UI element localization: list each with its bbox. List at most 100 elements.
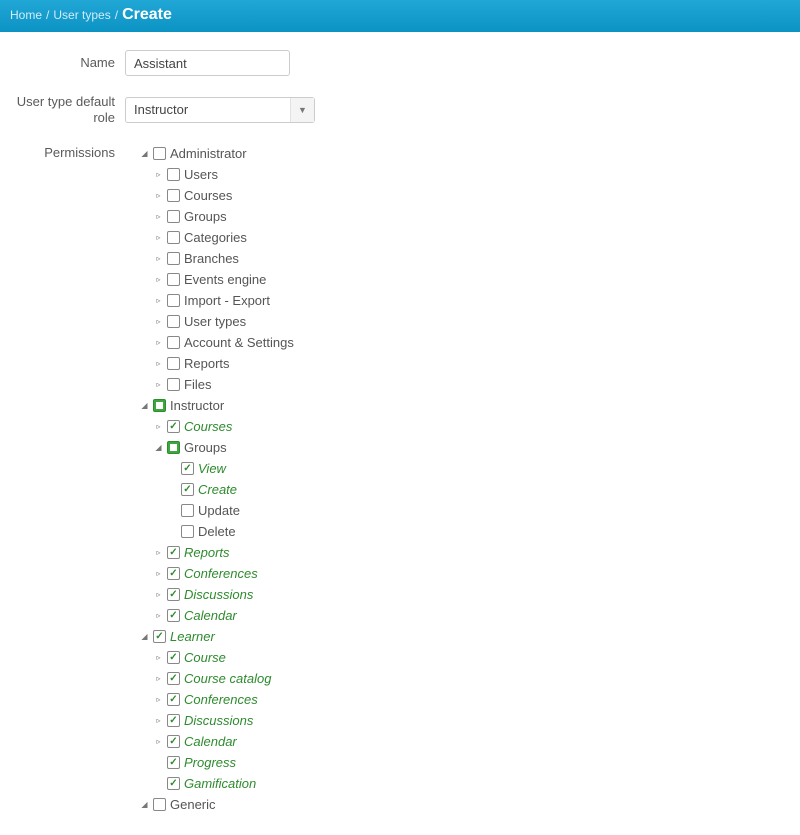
tree-toggle[interactable]: ▹ bbox=[154, 191, 163, 200]
permission-checkbox[interactable] bbox=[153, 630, 166, 643]
permission-checkbox[interactable] bbox=[153, 147, 166, 160]
tree-toggle[interactable]: ▹ bbox=[154, 254, 163, 263]
node-instr-courses[interactable]: Courses bbox=[184, 416, 232, 437]
node-groups-update[interactable]: Update bbox=[198, 500, 240, 521]
tree-toggle[interactable]: ▹ bbox=[154, 380, 163, 389]
permission-checkbox[interactable] bbox=[167, 315, 180, 328]
permission-checkbox[interactable] bbox=[167, 210, 180, 223]
node-learner-course[interactable]: Course bbox=[184, 647, 226, 668]
tree-toggle[interactable]: ◢ bbox=[154, 443, 163, 452]
permission-checkbox[interactable] bbox=[167, 609, 180, 622]
breadcrumb-usertypes[interactable]: User types bbox=[53, 8, 110, 22]
permission-checkbox[interactable] bbox=[167, 672, 180, 685]
tree-toggle[interactable]: ▹ bbox=[154, 338, 163, 347]
tree-toggle[interactable]: ◢ bbox=[140, 149, 149, 158]
tree-toggle[interactable]: ▹ bbox=[154, 422, 163, 431]
node-groups-view[interactable]: View bbox=[198, 458, 226, 479]
tree-toggle[interactable]: ▹ bbox=[154, 296, 163, 305]
tree-toggle[interactable]: ▹ bbox=[154, 233, 163, 242]
tree-toggle[interactable]: ▹ bbox=[154, 359, 163, 368]
permission-checkbox[interactable] bbox=[181, 525, 194, 538]
tree-toggle[interactable]: ▹ bbox=[154, 170, 163, 179]
permission-checkbox[interactable] bbox=[167, 378, 180, 391]
node-learner-catalog[interactable]: Course catalog bbox=[184, 668, 271, 689]
permission-checkbox[interactable] bbox=[167, 252, 180, 265]
permission-checkbox[interactable] bbox=[167, 588, 180, 601]
tree-toggle: • bbox=[168, 485, 177, 494]
permission-checkbox[interactable] bbox=[167, 189, 180, 202]
permission-checkbox[interactable] bbox=[167, 336, 180, 349]
node-admin-files[interactable]: Files bbox=[184, 374, 211, 395]
node-learner-discussions[interactable]: Discussions bbox=[184, 710, 253, 731]
tree-toggle[interactable]: ▹ bbox=[154, 275, 163, 284]
tree-toggle[interactable]: ▹ bbox=[154, 611, 163, 620]
permission-checkbox[interactable] bbox=[167, 273, 180, 286]
permission-checkbox[interactable] bbox=[167, 420, 180, 433]
node-instr-groups[interactable]: Groups bbox=[184, 437, 227, 458]
tree-toggle[interactable]: ▹ bbox=[154, 653, 163, 662]
node-instr-conferences[interactable]: Conferences bbox=[184, 563, 258, 584]
tree-toggle[interactable]: ◢ bbox=[140, 800, 149, 809]
tree-toggle[interactable]: ▹ bbox=[154, 737, 163, 746]
permission-checkbox[interactable] bbox=[167, 294, 180, 307]
permission-checkbox[interactable] bbox=[167, 231, 180, 244]
breadcrumb-home[interactable]: Home bbox=[10, 8, 42, 22]
name-input[interactable] bbox=[125, 50, 290, 76]
permission-checkbox[interactable] bbox=[167, 693, 180, 706]
permission-checkbox-partial[interactable] bbox=[153, 399, 166, 412]
node-instr-calendar[interactable]: Calendar bbox=[184, 605, 237, 626]
chevron-down-icon[interactable]: ▼ bbox=[290, 98, 314, 122]
permission-checkbox[interactable] bbox=[181, 504, 194, 517]
node-admin-account[interactable]: Account & Settings bbox=[184, 332, 294, 353]
permission-checkbox[interactable] bbox=[167, 567, 180, 580]
breadcrumb-sep: / bbox=[115, 8, 118, 22]
permission-checkbox[interactable] bbox=[167, 651, 180, 664]
permission-checkbox[interactable] bbox=[181, 483, 194, 496]
node-admin-reports[interactable]: Reports bbox=[184, 353, 230, 374]
breadcrumb-current: Create bbox=[122, 6, 172, 24]
node-groups-create[interactable]: Create bbox=[198, 479, 237, 500]
tree-toggle[interactable]: ◢ bbox=[140, 401, 149, 410]
permission-checkbox[interactable] bbox=[167, 546, 180, 559]
node-generic[interactable]: Generic bbox=[170, 794, 216, 815]
node-admin-import[interactable]: Import - Export bbox=[184, 290, 270, 311]
node-admin-events[interactable]: Events engine bbox=[184, 269, 266, 290]
permission-checkbox[interactable] bbox=[167, 735, 180, 748]
tree-toggle[interactable]: ▹ bbox=[154, 716, 163, 725]
node-admin-groups[interactable]: Groups bbox=[184, 206, 227, 227]
node-instr-reports[interactable]: Reports bbox=[184, 542, 230, 563]
tree-toggle[interactable]: ▹ bbox=[154, 212, 163, 221]
node-admin-users[interactable]: Users bbox=[184, 164, 218, 185]
node-instructor[interactable]: Instructor bbox=[170, 395, 224, 416]
permission-checkbox[interactable] bbox=[153, 798, 166, 811]
permission-checkbox[interactable] bbox=[167, 714, 180, 727]
tree-toggle[interactable]: ◢ bbox=[140, 632, 149, 641]
node-admin-courses[interactable]: Courses bbox=[184, 185, 232, 206]
tree-toggle[interactable]: ▹ bbox=[154, 695, 163, 704]
tree-toggle[interactable]: ▹ bbox=[154, 548, 163, 557]
tree-toggle[interactable]: ▹ bbox=[154, 569, 163, 578]
tree-toggle[interactable]: ▹ bbox=[154, 674, 163, 683]
node-administrator[interactable]: Administrator bbox=[170, 143, 247, 164]
node-learner-calendar[interactable]: Calendar bbox=[184, 731, 237, 752]
tree-toggle[interactable]: ▹ bbox=[154, 590, 163, 599]
permission-checkbox[interactable] bbox=[167, 168, 180, 181]
permission-checkbox[interactable] bbox=[167, 756, 180, 769]
node-groups-delete[interactable]: Delete bbox=[198, 521, 236, 542]
breadcrumb-sep: / bbox=[46, 8, 49, 22]
permission-checkbox[interactable] bbox=[167, 777, 180, 790]
node-learner-progress[interactable]: Progress bbox=[184, 752, 236, 773]
role-label: User type default role bbox=[10, 94, 125, 125]
role-select[interactable]: Instructor bbox=[125, 97, 315, 123]
permission-checkbox[interactable] bbox=[181, 462, 194, 475]
node-admin-categories[interactable]: Categories bbox=[184, 227, 247, 248]
node-admin-branches[interactable]: Branches bbox=[184, 248, 239, 269]
node-learner-gamification[interactable]: Gamification bbox=[184, 773, 256, 794]
tree-toggle[interactable]: ▹ bbox=[154, 317, 163, 326]
permission-checkbox-partial[interactable] bbox=[167, 441, 180, 454]
node-learner-conferences[interactable]: Conferences bbox=[184, 689, 258, 710]
node-admin-usertypes[interactable]: User types bbox=[184, 311, 246, 332]
permission-checkbox[interactable] bbox=[167, 357, 180, 370]
node-instr-discussions[interactable]: Discussions bbox=[184, 584, 253, 605]
node-learner[interactable]: Learner bbox=[170, 626, 215, 647]
